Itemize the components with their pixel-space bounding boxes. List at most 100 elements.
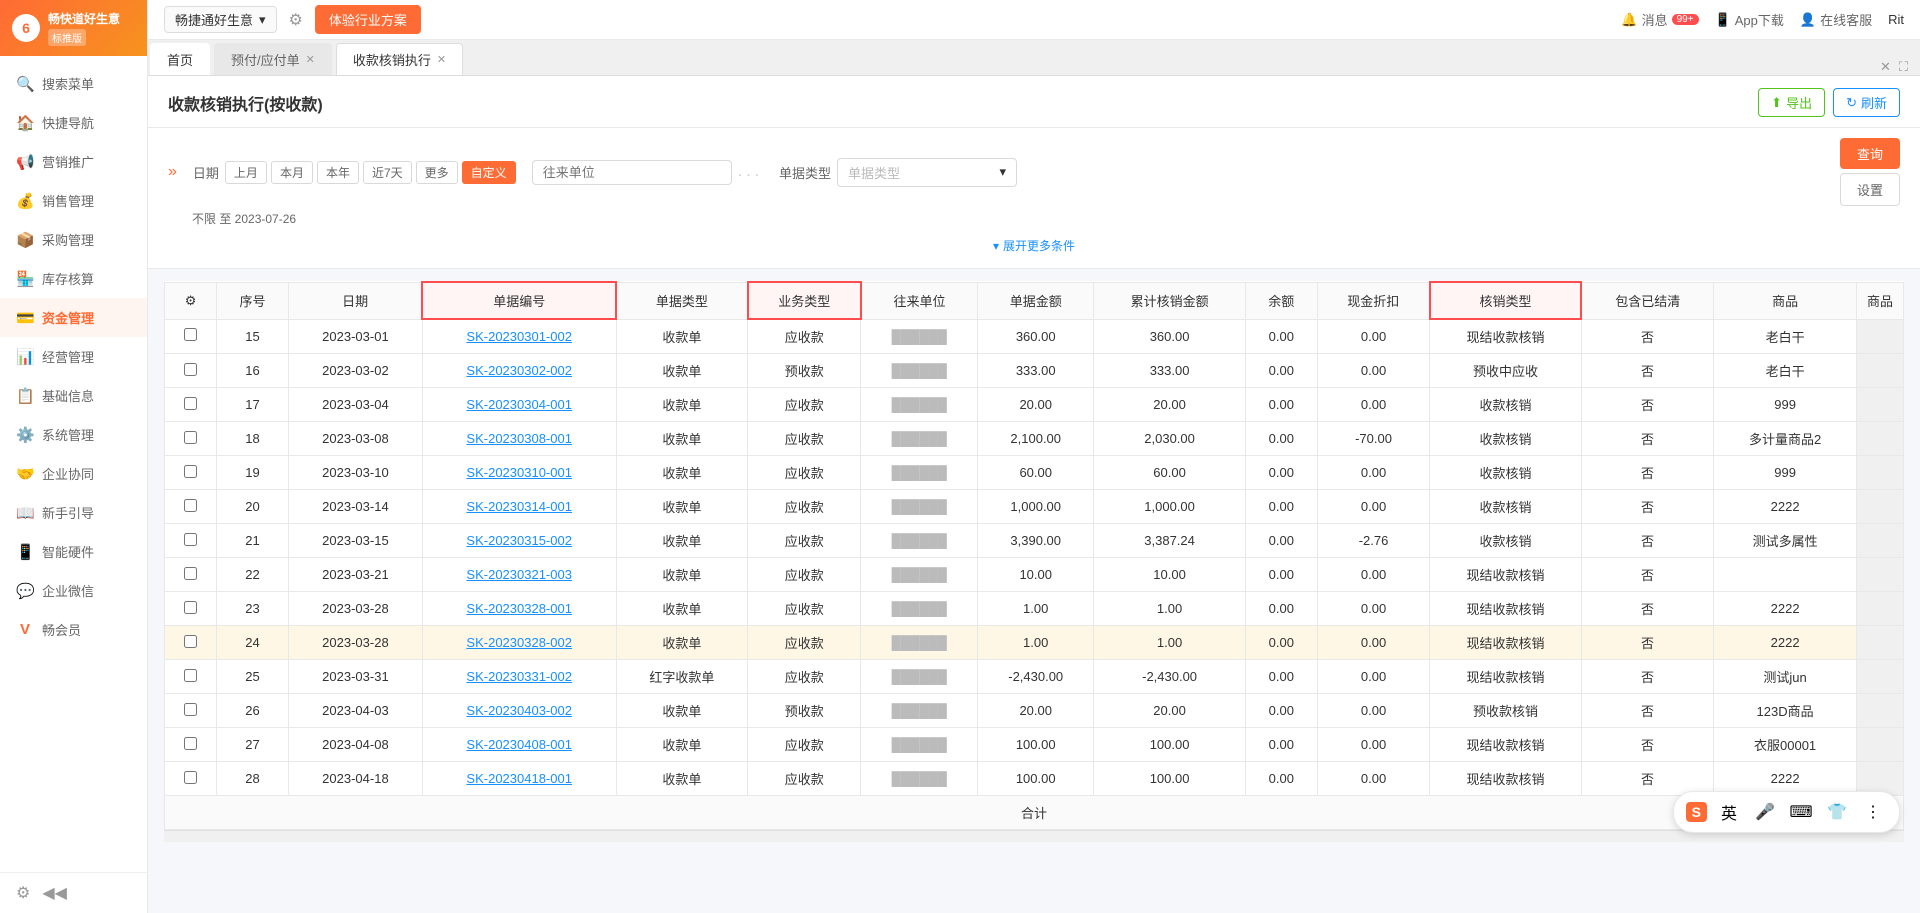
voucher-type-select[interactable]: 单据类型 ▾ [837, 158, 1017, 187]
row-amount: 60.00 [978, 456, 1094, 490]
row-checkbox[interactable] [165, 422, 217, 456]
row-voucher-no[interactable]: SK-20230304-001 [422, 388, 616, 422]
username: Rit [1888, 12, 1904, 27]
row-biz-type: 应收款 [748, 762, 861, 796]
refresh-button[interactable]: ↻ 刷新 [1833, 88, 1900, 117]
row-voucher-no[interactable]: SK-20230321-003 [422, 558, 616, 592]
keyboard-icon[interactable]: ⌨ [1787, 798, 1815, 826]
row-checkbox[interactable] [165, 694, 217, 728]
last-7days-btn[interactable]: 近7天 [363, 161, 412, 184]
row-voucher-no[interactable]: SK-20230308-001 [422, 422, 616, 456]
app-download[interactable]: 📱 App下载 [1715, 10, 1784, 29]
sidebar-item-finance[interactable]: 💳 资金管理 [0, 298, 147, 337]
last-month-btn[interactable]: 上月 [225, 161, 267, 184]
row-no: 27 [217, 728, 289, 762]
double-arrow-icon[interactable]: » [168, 163, 177, 181]
expand-more-conditions[interactable]: ▾ 展开更多条件 [168, 233, 1900, 258]
row-voucher-no[interactable]: SK-20230328-002 [422, 626, 616, 660]
row-amount: 1.00 [978, 626, 1094, 660]
emoji-icon[interactable]: 👕 [1823, 798, 1851, 826]
table-row: 24 2023-03-28 SK-20230328-002 收款单 应收款 ██… [165, 626, 1904, 660]
tab-collection-verify[interactable]: 收款核销执行 ✕ [336, 43, 463, 75]
row-amount: 100.00 [978, 762, 1094, 796]
sidebar-item-quick-nav[interactable]: 🏠 快捷导航 [0, 103, 147, 142]
row-checkbox[interactable] [165, 762, 217, 796]
row-voucher-type: 收款单 [616, 592, 748, 626]
row-voucher-no[interactable]: SK-20230302-002 [422, 354, 616, 388]
row-checkbox[interactable] [165, 490, 217, 524]
row-checkbox[interactable] [165, 728, 217, 762]
row-voucher-no[interactable]: SK-20230310-001 [422, 456, 616, 490]
tab-prepay-payable[interactable]: 预付/应付单 ✕ [214, 43, 332, 75]
export-button[interactable]: ⬆ 导出 [1758, 88, 1825, 117]
messages-badge[interactable]: 🔔 消息 99+ [1621, 10, 1698, 29]
grid-icon[interactable]: ⋮ [1859, 798, 1887, 826]
sidebar-item-wechat[interactable]: 💬 企业微信 [0, 571, 147, 610]
col-verify-type-header: 核销类型 [1430, 282, 1582, 319]
sidebar-item-enterprise[interactable]: 🤝 企业协同 [0, 454, 147, 493]
tab-close-active-icon[interactable]: ✕ [437, 53, 446, 66]
sidebar-item-inventory[interactable]: 🏪 库存核算 [0, 259, 147, 298]
row-checkbox[interactable] [165, 558, 217, 592]
query-button[interactable]: 查询 [1840, 138, 1900, 169]
sidebar-item-basic[interactable]: 📋 基础信息 [0, 376, 147, 415]
row-checkbox[interactable] [165, 626, 217, 660]
row-voucher-no[interactable]: SK-20230403-002 [422, 694, 616, 728]
row-no: 18 [217, 422, 289, 456]
window-maximize-icon[interactable]: ⛶ [1899, 59, 1908, 75]
sidebar-item-label: 库存核算 [42, 269, 94, 288]
tab-bar: 首页 预付/应付单 ✕ 收款核销执行 ✕ ✕ ⛶ [148, 40, 1920, 76]
industry-solution-button[interactable]: 体验行业方案 [315, 5, 421, 34]
settings-footer-icon[interactable]: ⚙ [16, 883, 30, 903]
partner-input[interactable] [532, 160, 732, 185]
sidebar-item-marketing[interactable]: 📢 营销推广 [0, 142, 147, 181]
tab-home[interactable]: 首页 [150, 43, 210, 75]
sidebar-item-member[interactable]: V 畅会员 [0, 610, 147, 649]
sidebar-item-purchase[interactable]: 📦 采购管理 [0, 220, 147, 259]
row-checkbox[interactable] [165, 660, 217, 694]
this-year-btn[interactable]: 本年 [317, 161, 359, 184]
horizontal-scrollbar[interactable] [164, 830, 1904, 842]
tab-close-icon[interactable]: ✕ [306, 53, 315, 66]
row-goods: 衣服00001 [1714, 728, 1857, 762]
row-balance: 0.00 [1245, 694, 1317, 728]
gear-icon[interactable]: ⚙ [289, 10, 303, 30]
app-label: App下载 [1735, 10, 1784, 29]
settings-button[interactable]: 设置 [1840, 173, 1900, 206]
collapse-icon[interactable]: ◀◀ [42, 883, 67, 903]
row-voucher-no[interactable]: SK-20230301-002 [422, 319, 616, 354]
row-checkbox[interactable] [165, 388, 217, 422]
online-service[interactable]: 👤 在线客服 [1800, 10, 1872, 29]
row-voucher-no[interactable]: SK-20230315-002 [422, 524, 616, 558]
sidebar-item-hardware[interactable]: 📱 智能硬件 [0, 532, 147, 571]
row-biz-type: 应收款 [748, 490, 861, 524]
row-partner: ██████ [861, 388, 978, 422]
row-checkbox[interactable] [165, 354, 217, 388]
row-voucher-no[interactable]: SK-20230314-001 [422, 490, 616, 524]
sidebar-item-guide[interactable]: 📖 新手引导 [0, 493, 147, 532]
company-selector[interactable]: 畅捷通好生意 ▾ [164, 6, 277, 33]
row-checkbox[interactable] [165, 524, 217, 558]
col-settings-header[interactable]: ⚙ [165, 282, 217, 319]
row-cash-discount: -70.00 [1317, 422, 1430, 456]
this-month-btn[interactable]: 本月 [271, 161, 313, 184]
sidebar-item-search[interactable]: 🔍 搜索菜单 [0, 64, 147, 103]
voice-icon[interactable]: 🎤 [1751, 798, 1779, 826]
sidebar-item-sales[interactable]: 💰 销售管理 [0, 181, 147, 220]
english-input-icon[interactable]: 英 [1715, 798, 1743, 826]
custom-date-btn[interactable]: 自定义 [462, 161, 516, 184]
row-checkbox[interactable] [165, 456, 217, 490]
sidebar-item-system[interactable]: ⚙️ 系统管理 [0, 415, 147, 454]
row-checkbox[interactable] [165, 319, 217, 354]
row-voucher-no[interactable]: SK-20230331-002 [422, 660, 616, 694]
page-content: 收款核销执行(按收款) ⬆ 导出 ↻ 刷新 » 日期 上月 [148, 76, 1920, 913]
more-date-btn[interactable]: 更多 [416, 161, 458, 184]
row-voucher-no[interactable]: SK-20230328-001 [422, 592, 616, 626]
window-close-icon[interactable]: ✕ [1880, 59, 1891, 75]
row-goods-img [1856, 388, 1903, 422]
sidebar-item-operation[interactable]: 📊 经营管理 [0, 337, 147, 376]
row-checkbox[interactable] [165, 592, 217, 626]
row-voucher-no[interactable]: SK-20230418-001 [422, 762, 616, 796]
row-voucher-no[interactable]: SK-20230408-001 [422, 728, 616, 762]
row-include-settled: 否 [1581, 354, 1713, 388]
